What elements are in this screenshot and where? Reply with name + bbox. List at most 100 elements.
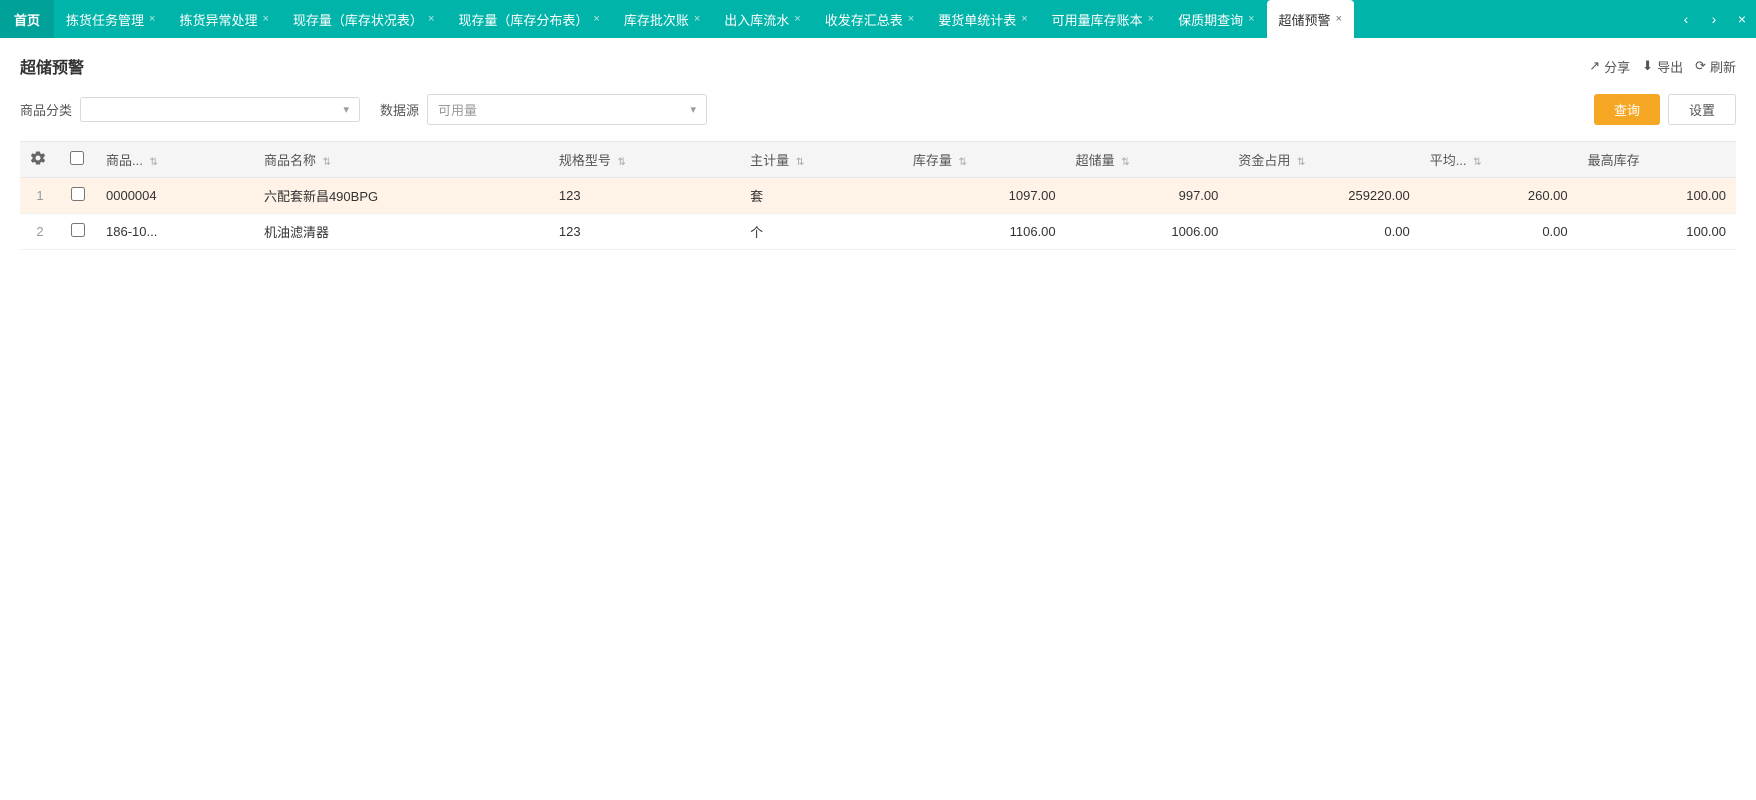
header-actions: ↗ 分享 ⬇ 导出 ⟳ 刷新 [1589, 57, 1736, 76]
row-checkbox-1[interactable] [71, 223, 85, 237]
row-product-name-0: 六配套新昌490BPG [254, 178, 549, 214]
datasource-label: 数据源 [380, 100, 419, 119]
row-overstock-0: 997.00 [1066, 178, 1229, 214]
nav-arrows: ‹ › × [1672, 0, 1756, 38]
col-header-unit: 主计量 ⇅ [740, 142, 903, 178]
nav-home[interactable]: 首页 [0, 0, 54, 38]
category-filter-group: 商品分类 ▾ [20, 97, 360, 122]
row-spec-0: 123 [549, 178, 740, 214]
category-dropdown-icon: ▾ [343, 103, 349, 116]
nav-tab-9[interactable]: 保质期查询 × [1166, 0, 1266, 38]
refresh-icon: ⟳ [1695, 58, 1706, 74]
sort-icon-spec[interactable]: ⇅ [618, 157, 626, 168]
close-tab-2[interactable]: × [428, 13, 434, 25]
close-tab-4[interactable]: × [694, 13, 700, 25]
datasource-select-value: 可用量 [438, 100, 477, 119]
sort-icon-overstock[interactable]: ⇅ [1121, 157, 1129, 168]
sort-icon-capital[interactable]: ⇅ [1297, 157, 1305, 168]
share-icon: ↗ [1589, 58, 1600, 74]
col-header-product-name: 商品名称 ⇅ [254, 142, 549, 178]
query-button[interactable]: 查询 [1594, 94, 1660, 125]
refresh-button[interactable]: ⟳ 刷新 [1695, 57, 1736, 76]
page-header: 超储预警 ↗ 分享 ⬇ 导出 ⟳ 刷新 [20, 54, 1736, 78]
col-header-avg: 平均... ⇅ [1420, 142, 1578, 178]
col-header-max-stock-label: 最高库存 [1588, 153, 1640, 168]
sort-icon-stock[interactable]: ⇅ [959, 157, 967, 168]
table-row: 1 0000004 六配套新昌490BPG 123 套 1097.00 997.… [20, 178, 1736, 214]
filter-area: 商品分类 ▾ 数据源 可用量 ▾ 查询 设置 [20, 94, 1736, 125]
close-tab-7[interactable]: × [1021, 13, 1027, 25]
row-avg-0: 260.00 [1420, 178, 1578, 214]
col-header-capital: 资金占用 ⇅ [1228, 142, 1419, 178]
col-header-settings [20, 142, 60, 178]
close-tab-8[interactable]: × [1148, 13, 1154, 25]
sort-icon-avg[interactable]: ⇅ [1473, 157, 1481, 168]
nav-tab-10[interactable]: 超储预警 × [1267, 0, 1354, 38]
nav-arrow-more[interactable]: × [1728, 0, 1756, 38]
col-header-spec: 规格型号 ⇅ [549, 142, 740, 178]
col-header-stock-label: 库存量 [913, 153, 952, 168]
nav-tab-1[interactable]: 拣货异常处理 × [167, 0, 280, 38]
row-checkbox-0[interactable] [71, 187, 85, 201]
col-header-avg-label: 平均... [1430, 153, 1467, 168]
table-header-row: 商品... ⇅ 商品名称 ⇅ 规格型号 ⇅ 主计量 ⇅ 库存量 ⇅ [20, 142, 1736, 178]
row-max-stock-1: 100.00 [1578, 214, 1736, 250]
nav-tab-0[interactable]: 拣货任务管理 × [54, 0, 167, 38]
share-button[interactable]: ↗ 分享 [1589, 57, 1630, 76]
row-checkbox-cell-1 [60, 214, 96, 250]
settings-button[interactable]: 设置 [1668, 94, 1736, 125]
row-product-code-1: 186-10... [96, 214, 254, 250]
close-tab-6[interactable]: × [908, 13, 914, 25]
row-product-name-1: 机油滤清器 [254, 214, 549, 250]
nav-tab-6[interactable]: 收发存汇总表 × [813, 0, 926, 38]
col-header-stock: 库存量 ⇅ [903, 142, 1066, 178]
select-all-checkbox[interactable] [70, 151, 84, 165]
row-stock-1: 1106.00 [903, 214, 1066, 250]
export-icon: ⬇ [1642, 58, 1653, 74]
col-header-product-name-label: 商品名称 [264, 153, 316, 168]
close-tab-10[interactable]: × [1336, 13, 1342, 25]
nav-tab-4[interactable]: 库存批次账 × [612, 0, 712, 38]
sort-icon-unit[interactable]: ⇅ [796, 157, 804, 168]
nav-tab-5[interactable]: 出入库流水 × [712, 0, 812, 38]
page-title: 超储预警 [20, 54, 84, 78]
close-tab-0[interactable]: × [149, 13, 155, 25]
close-tab-9[interactable]: × [1248, 13, 1254, 25]
row-spec-1: 123 [549, 214, 740, 250]
col-header-spec-label: 规格型号 [559, 153, 611, 168]
category-select[interactable]: ▾ [80, 97, 360, 122]
top-nav: 首页 拣货任务管理 × 拣货异常处理 × 现存量（库存状况表） × 现存量（库存… [0, 0, 1756, 38]
row-max-stock-0: 100.00 [1578, 178, 1736, 214]
nav-tab-3[interactable]: 现存量（库存分布表） × [446, 0, 611, 38]
sort-icon-product-code[interactable]: ⇅ [149, 157, 157, 168]
col-header-capital-label: 资金占用 [1238, 153, 1290, 168]
row-product-code-0: 0000004 [96, 178, 254, 214]
nav-tab-8[interactable]: 可用量库存账本 × [1040, 0, 1166, 38]
close-tab-5[interactable]: × [794, 13, 800, 25]
col-header-max-stock: 最高库存 [1578, 142, 1736, 178]
export-button[interactable]: ⬇ 导出 [1642, 57, 1683, 76]
nav-tab-2[interactable]: 现存量（库存状况表） × [281, 0, 446, 38]
row-checkbox-cell-0 [60, 178, 96, 214]
close-tab-1[interactable]: × [262, 13, 268, 25]
row-capital-1: 0.00 [1228, 214, 1419, 250]
col-header-unit-label: 主计量 [750, 153, 789, 168]
sort-icon-product-name[interactable]: ⇅ [323, 157, 331, 168]
nav-arrow-left[interactable]: ‹ [1672, 0, 1700, 38]
data-table: 商品... ⇅ 商品名称 ⇅ 规格型号 ⇅ 主计量 ⇅ 库存量 ⇅ [20, 141, 1736, 250]
row-unit-1: 个 [740, 214, 903, 250]
col-header-product-code-label: 商品... [106, 153, 143, 168]
datasource-filter-group: 数据源 可用量 ▾ [380, 94, 707, 125]
datasource-select[interactable]: 可用量 ▾ [427, 94, 707, 125]
close-tab-3[interactable]: × [593, 13, 599, 25]
nav-tab-7[interactable]: 要货单统计表 × [926, 0, 1039, 38]
table-settings-icon[interactable] [30, 154, 46, 169]
row-index-0: 1 [20, 178, 60, 214]
nav-arrow-right[interactable]: › [1700, 0, 1728, 38]
col-header-overstock-label: 超储量 [1076, 153, 1115, 168]
row-overstock-1: 1006.00 [1066, 214, 1229, 250]
main-content: 超储预警 ↗ 分享 ⬇ 导出 ⟳ 刷新 商品分类 ▾ 数据源 [0, 38, 1756, 800]
col-header-overstock: 超储量 ⇅ [1066, 142, 1229, 178]
datasource-dropdown-icon: ▾ [691, 103, 697, 116]
category-label: 商品分类 [20, 100, 72, 119]
